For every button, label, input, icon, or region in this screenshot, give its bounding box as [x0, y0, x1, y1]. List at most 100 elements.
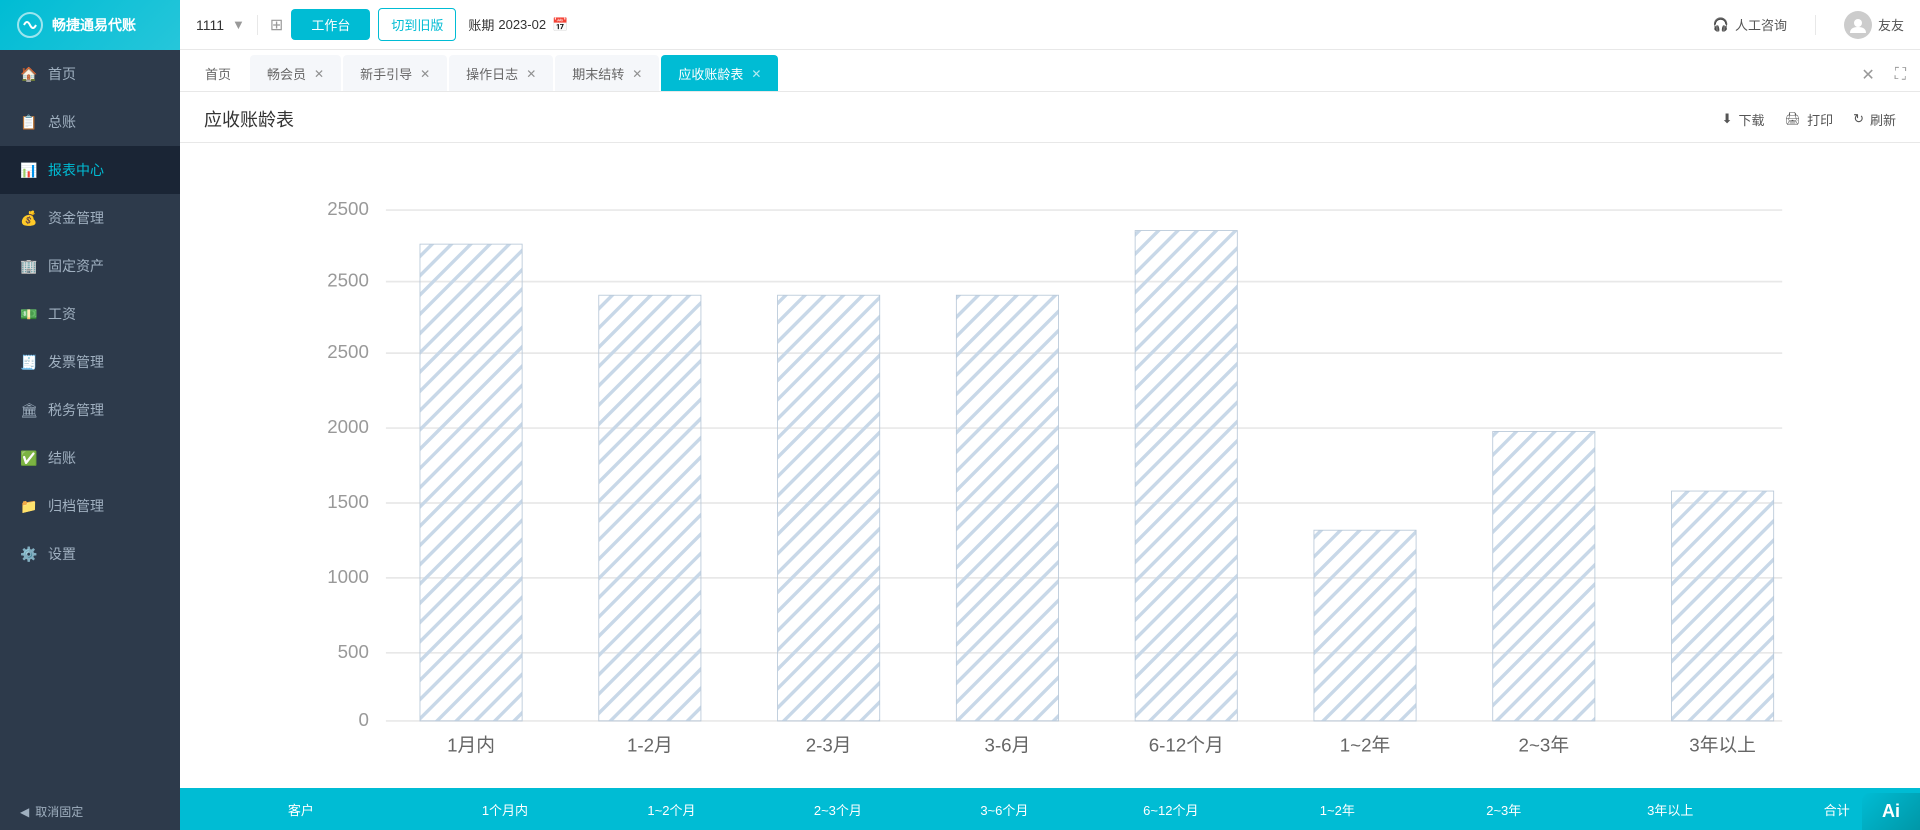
- logo-icon: [16, 11, 44, 39]
- page-title: 应收账龄表: [204, 106, 294, 132]
- svg-text:0: 0: [358, 709, 368, 730]
- tab-close-all-button[interactable]: ✕: [1855, 63, 1880, 87]
- sidebar-label-settle: 结账: [48, 448, 76, 468]
- sidebar-item-archive[interactable]: 📁 归档管理: [0, 482, 180, 530]
- sidebar-item-tax[interactable]: 🏛 税务管理: [0, 386, 180, 434]
- user-name: 友友: [1878, 15, 1904, 34]
- sidebar-label-home: 首页: [48, 64, 76, 84]
- refresh-button[interactable]: ↻ 刷新: [1853, 110, 1896, 129]
- tab-label-vip: 畅会员: [267, 64, 306, 83]
- logo-text: 畅捷通易代账: [52, 15, 136, 35]
- header-divider-2: [1815, 15, 1816, 35]
- svg-text:1-2月: 1-2月: [627, 735, 673, 756]
- tab-close-vip[interactable]: ✕: [314, 67, 324, 81]
- tab-oplog[interactable]: 操作日志 ✕: [449, 55, 553, 91]
- sidebar-label-invoice: 发票管理: [48, 352, 104, 372]
- print-label: 打印: [1807, 110, 1833, 129]
- chart-svg-element: 2500 2500 2500 2000 1500 1000 500 0: [204, 159, 1896, 772]
- sidebar-item-ledger[interactable]: 📋 总账: [0, 98, 180, 146]
- sidebar-collapse-button[interactable]: ◀ 取消固定: [0, 793, 180, 830]
- svg-text:1~2年: 1~2年: [1340, 735, 1390, 756]
- tab-close-guide[interactable]: ✕: [420, 67, 430, 81]
- tab-home[interactable]: 首页: [188, 55, 248, 91]
- tab-close-aging[interactable]: ✕: [751, 67, 761, 81]
- refresh-label: 刷新: [1870, 110, 1896, 129]
- avatar: [1844, 11, 1872, 39]
- ai-badge-label: Ai: [1882, 801, 1900, 821]
- sidebar-label-ledger: 总账: [48, 112, 76, 132]
- sidebar-label-archive: 归档管理: [48, 496, 104, 516]
- collapse-icon: ◀: [20, 805, 29, 819]
- calendar-icon[interactable]: 📅: [552, 17, 568, 33]
- sidebar-item-invoice[interactable]: 🧾 发票管理: [0, 338, 180, 386]
- svg-text:2500: 2500: [327, 270, 369, 291]
- download-button[interactable]: ⬇ 下载: [1722, 110, 1765, 129]
- sidebar-item-salary[interactable]: 💵 工资: [0, 290, 180, 338]
- svg-text:1000: 1000: [327, 566, 369, 587]
- table-col-5: 6~12个月: [1088, 800, 1254, 819]
- table-col-8: 3年以上: [1587, 800, 1753, 819]
- svg-text:2~3年: 2~3年: [1519, 735, 1569, 756]
- support-button[interactable]: 🎧 人工咨询: [1713, 15, 1787, 34]
- ai-badge[interactable]: Ai: [1862, 793, 1920, 830]
- switch-version-button[interactable]: 切到旧版: [378, 8, 456, 41]
- tab-expand-button[interactable]: ⛶: [1889, 64, 1912, 86]
- copy-button[interactable]: ⊞: [270, 15, 283, 35]
- workbench-button[interactable]: 工作台: [291, 9, 370, 40]
- table-col-3: 2~3个月: [755, 800, 921, 819]
- user-area[interactable]: 友友: [1844, 11, 1904, 39]
- tab-close-oplog[interactable]: ✕: [526, 67, 536, 81]
- svg-text:3年以上: 3年以上: [1689, 735, 1756, 756]
- header-company: 1111 ▼: [196, 17, 245, 33]
- svg-text:3-6月: 3-6月: [985, 735, 1031, 756]
- top-header: 畅捷通易代账 1111 ▼ ⊞ 工作台 切到旧版 账期 2023-02 📅 🎧 …: [0, 0, 1920, 50]
- table-col-4: 3~6个月: [921, 800, 1087, 819]
- svg-text:6-12个月: 6-12个月: [1149, 735, 1224, 756]
- svg-text:2000: 2000: [327, 416, 369, 437]
- headphone-icon: 🎧: [1713, 17, 1729, 33]
- salary-icon: 💵: [20, 305, 38, 323]
- sidebar-item-fixed[interactable]: 🏢 固定资产: [0, 242, 180, 290]
- sidebar: 🏠 首页 📋 总账 📊 报表中心 💰 资金管理 🏢 固定资产 💵 工资 🧾 发票…: [0, 50, 180, 830]
- sidebar-item-capital[interactable]: 💰 资金管理: [0, 194, 180, 242]
- support-label: 人工咨询: [1735, 15, 1787, 34]
- svg-text:2-3月: 2-3月: [806, 735, 852, 756]
- sidebar-item-settle[interactable]: ✅ 结账: [0, 434, 180, 482]
- logo-area: 畅捷通易代账: [0, 0, 180, 50]
- sidebar-label-reports: 报表中心: [48, 160, 104, 180]
- company-dropdown-icon[interactable]: ▼: [232, 17, 245, 32]
- sidebar-label-capital: 资金管理: [48, 208, 104, 228]
- svg-text:1500: 1500: [327, 491, 369, 512]
- sidebar-item-settings[interactable]: ⚙️ 设置: [0, 530, 180, 578]
- download-label: 下载: [1739, 110, 1765, 129]
- sidebar-item-reports[interactable]: 📊 报表中心: [0, 146, 180, 194]
- tab-aging[interactable]: 应收账龄表✕: [661, 55, 778, 91]
- svg-text:2500: 2500: [327, 341, 369, 362]
- fixed-icon: 🏢: [20, 257, 38, 275]
- chart-container: 2500 2500 2500 2000 1500 1000 500 0: [180, 143, 1920, 788]
- capital-icon: 💰: [20, 209, 38, 227]
- table-col-2: 1~2个月: [588, 800, 754, 819]
- sidebar-label-settings: 设置: [48, 544, 76, 564]
- tab-period_end[interactable]: 期末结转✕: [555, 55, 659, 91]
- tab-vip[interactable]: 畅会员 ✕: [250, 55, 341, 91]
- main-layout: 🏠 首页 📋 总账 📊 报表中心 💰 资金管理 🏢 固定资产 💵 工资 🧾 发票…: [0, 50, 1920, 830]
- sidebar-label-fixed: 固定资产: [48, 256, 104, 276]
- sidebar-item-home[interactable]: 🏠 首页: [0, 50, 180, 98]
- company-name: 1111: [196, 17, 224, 33]
- table-col-1: 1个月内: [422, 800, 588, 819]
- page-header: 应收账龄表 ⬇ 下载 🖨 打印 ↻ 刷新: [180, 92, 1920, 143]
- tab-close-period_end[interactable]: ✕: [632, 67, 642, 81]
- svg-text:2500: 2500: [327, 198, 369, 219]
- period-value: 2023-02: [498, 17, 546, 32]
- tab-label-oplog: 操作日志: [466, 64, 518, 83]
- download-icon: ⬇: [1722, 111, 1733, 127]
- svg-text:500: 500: [338, 641, 369, 662]
- archive-icon: 📁: [20, 497, 38, 515]
- tab-guide[interactable]: 新手引导✕: [343, 55, 447, 91]
- print-button[interactable]: 🖨 打印: [1785, 110, 1834, 129]
- tax-icon: 🏛: [20, 401, 38, 419]
- sidebar-label-salary: 工资: [48, 304, 76, 324]
- print-icon: 🖨: [1785, 111, 1802, 127]
- tab-label-home: 首页: [205, 64, 231, 83]
